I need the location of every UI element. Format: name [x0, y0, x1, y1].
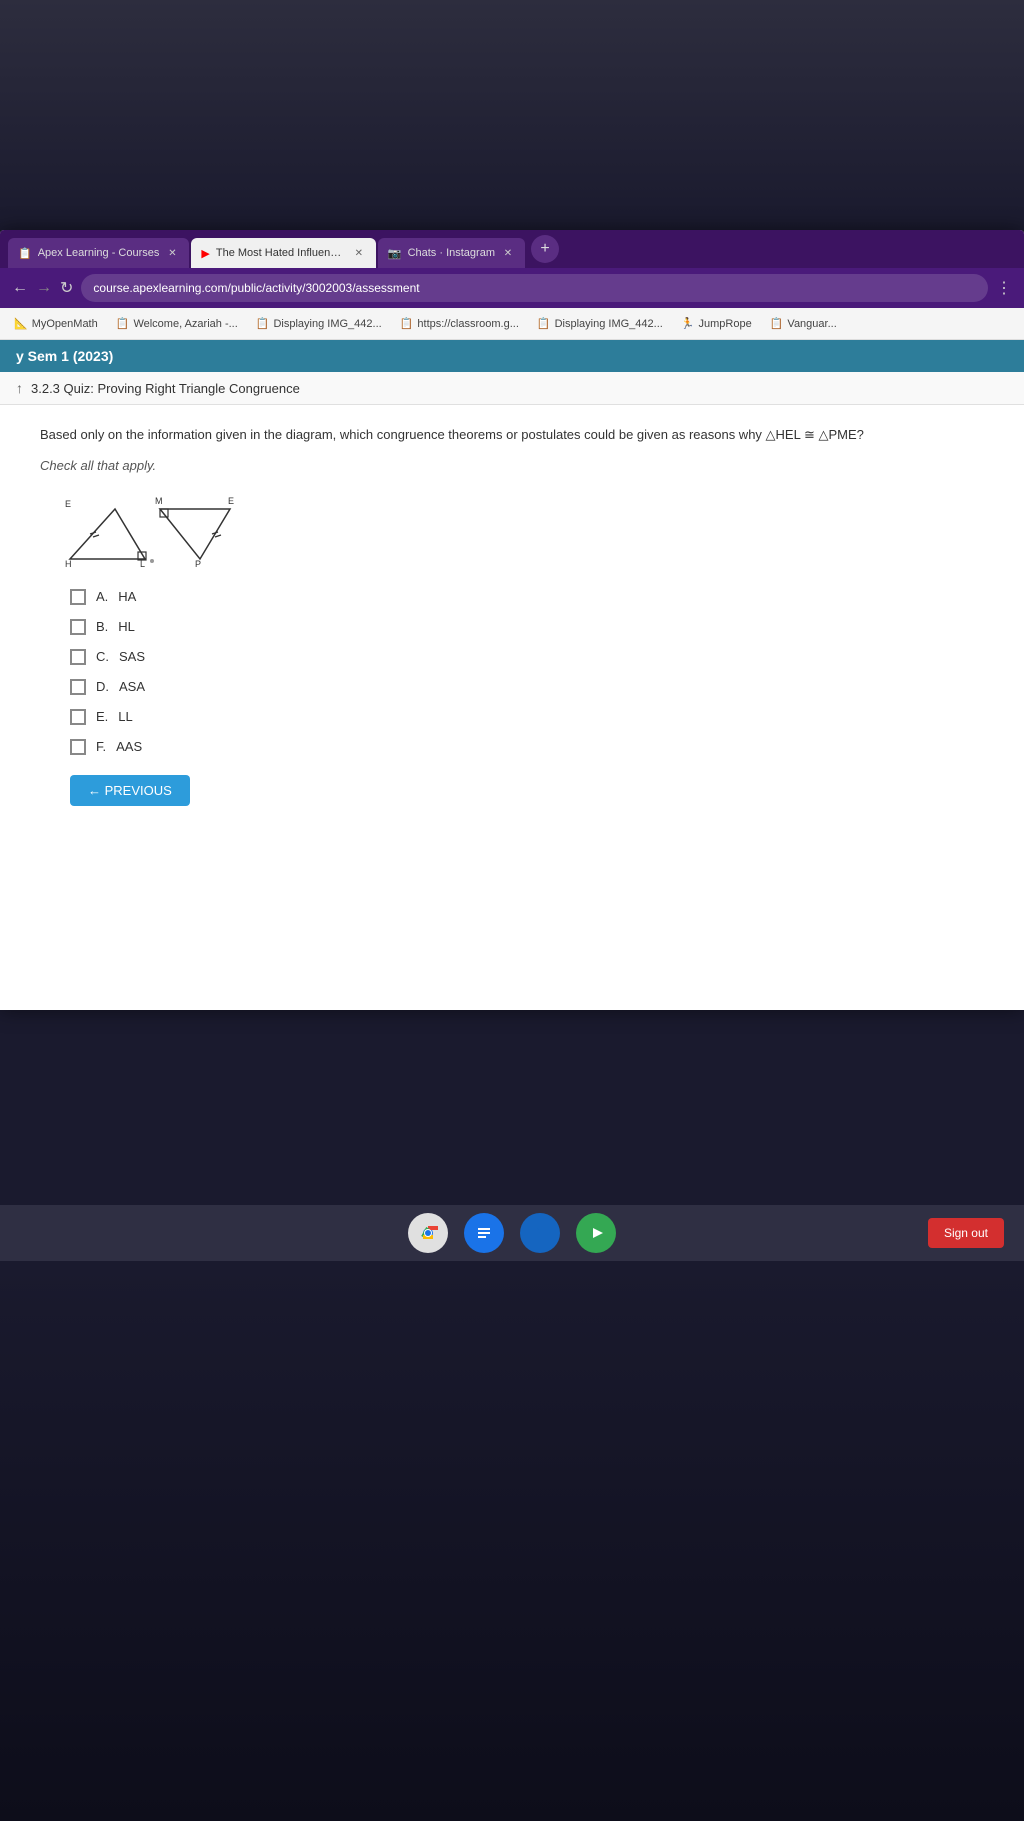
- bookmark-classroom[interactable]: 📋 https://classroom.g...: [394, 315, 525, 332]
- bookmark-icon-vanguard: 📋: [770, 317, 784, 330]
- breadcrumb-arrow: ↑: [16, 380, 23, 396]
- checkbox-F[interactable]: [70, 739, 86, 755]
- svg-text:E: E: [228, 496, 234, 506]
- svg-text:E: E: [65, 499, 71, 509]
- bookmark-myopenmath[interactable]: 📐 MyOpenMath: [8, 315, 104, 332]
- bookmark-vanguard[interactable]: 📋 Vanguar...: [764, 315, 843, 332]
- page-content: y Sem 1 (2023) ↑ 3.2.3 Quiz: Proving Rig…: [0, 340, 1024, 1010]
- bookmark-icon-myopenmath: 📐: [14, 317, 28, 330]
- tab-icon-apex: 📋: [18, 247, 32, 260]
- tab-icon-instagram: 📷: [388, 247, 402, 260]
- choice-D: D. ASA: [70, 679, 984, 695]
- course-header: y Sem 1 (2023): [0, 340, 1024, 372]
- choice-D-label: D.: [96, 679, 109, 694]
- bookmarks-bar: 📐 MyOpenMath 📋 Welcome, Azariah -... 📋 D…: [0, 308, 1024, 340]
- bookmark-img442-1[interactable]: 📋 Displaying IMG_442...: [250, 315, 388, 332]
- tab-label-most-hated: The Most Hated Influencer on...: [216, 247, 346, 259]
- diagram-area: E H L M P E: [60, 489, 984, 569]
- new-tab-button[interactable]: +: [531, 235, 559, 263]
- choice-B-label: B.: [96, 619, 108, 634]
- sign-out-button[interactable]: Sign out: [928, 1218, 1004, 1248]
- bookmark-icon-welcome: 📋: [116, 317, 130, 330]
- back-button[interactable]: ←: [12, 279, 28, 297]
- taskbar-file-icon[interactable]: [464, 1213, 504, 1253]
- top-background: [0, 0, 1024, 230]
- tab-instagram[interactable]: 📷 Chats · Instagram ✕: [378, 238, 525, 268]
- previous-button[interactable]: ← PREVIOUS: [70, 775, 190, 806]
- tab-apex-learning[interactable]: 📋 Apex Learning - Courses ✕: [8, 238, 189, 268]
- triangle-diagram: E H L M P E: [60, 489, 240, 569]
- bookmark-icon-classroom: 📋: [400, 317, 414, 330]
- tab-close-apex[interactable]: ✕: [165, 246, 179, 260]
- choice-A-value: HA: [118, 589, 136, 604]
- bottom-background: [0, 1261, 1024, 1821]
- taskbar-folder-icon[interactable]: [520, 1213, 560, 1253]
- tab-most-hated[interactable]: ▶ The Most Hated Influencer on... ✕: [191, 238, 375, 268]
- tab-close-instagram[interactable]: ✕: [501, 246, 515, 260]
- checkbox-C[interactable]: [70, 649, 86, 665]
- checkbox-E[interactable]: [70, 709, 86, 725]
- svg-text:M: M: [155, 496, 163, 506]
- bookmark-jumprope[interactable]: 🏃 JumpRope: [675, 315, 758, 332]
- choice-A-label: A.: [96, 589, 108, 604]
- checkbox-A[interactable]: [70, 589, 86, 605]
- bookmark-img442-2[interactable]: 📋 Displaying IMG_442...: [531, 315, 669, 332]
- address-bar: ← → ↻ ⋮: [0, 268, 1024, 308]
- tab-icon-video: ▶: [201, 247, 209, 260]
- choice-F-label: F.: [96, 739, 106, 754]
- choice-E-label: E.: [96, 709, 108, 724]
- tab-bar: 📋 Apex Learning - Courses ✕ ▶ The Most H…: [0, 230, 1024, 268]
- taskbar-play-icon[interactable]: [576, 1213, 616, 1253]
- checkbox-D[interactable]: [70, 679, 86, 695]
- choice-F-value: AAS: [116, 739, 142, 754]
- choice-B-value: HL: [118, 619, 135, 634]
- choice-C-label: C.: [96, 649, 109, 664]
- address-input[interactable]: [81, 274, 988, 302]
- choice-C: C. SAS: [70, 649, 984, 665]
- bookmark-icon-img2: 📋: [537, 317, 551, 330]
- bookmark-icon-img1: 📋: [256, 317, 270, 330]
- svg-text:H: H: [65, 559, 72, 569]
- taskbar: Sign out: [0, 1205, 1024, 1261]
- refresh-button[interactable]: ↻: [60, 278, 73, 298]
- question-area: Based only on the information given in t…: [0, 405, 1024, 846]
- svg-text:L: L: [140, 559, 145, 569]
- choice-F: F. AAS: [70, 739, 984, 755]
- tab-close-most-hated[interactable]: ✕: [352, 246, 366, 260]
- forward-button[interactable]: →: [36, 279, 52, 297]
- extensions-button[interactable]: ⋮: [996, 278, 1012, 298]
- choice-A: A. HA: [70, 589, 984, 605]
- course-title: y Sem 1 (2023): [16, 348, 113, 364]
- tab-label-instagram: Chats · Instagram: [408, 247, 495, 259]
- svg-text:P: P: [195, 559, 201, 569]
- check-all-label: Check all that apply.: [40, 458, 984, 473]
- checkbox-B[interactable]: [70, 619, 86, 635]
- quiz-breadcrumb: 3.2.3 Quiz: Proving Right Triangle Congr…: [31, 381, 300, 396]
- quiz-header: ↑ 3.2.3 Quiz: Proving Right Triangle Con…: [0, 372, 1024, 405]
- bookmark-icon-jumprope: 🏃: [681, 317, 695, 330]
- choice-E-value: LL: [118, 709, 132, 724]
- choice-C-value: SAS: [119, 649, 145, 664]
- browser-window: 📋 Apex Learning - Courses ✕ ▶ The Most H…: [0, 230, 1024, 1010]
- choice-E: E. LL: [70, 709, 984, 725]
- choice-B: B. HL: [70, 619, 984, 635]
- choice-D-value: ASA: [119, 679, 145, 694]
- bookmark-welcome[interactable]: 📋 Welcome, Azariah -...: [110, 315, 244, 332]
- question-text: Based only on the information given in t…: [40, 425, 984, 446]
- taskbar-chrome-icon[interactable]: [408, 1213, 448, 1253]
- answer-choices: A. HA B. HL C. SAS D. ASA: [70, 589, 984, 755]
- tab-label-apex: Apex Learning - Courses: [38, 247, 160, 259]
